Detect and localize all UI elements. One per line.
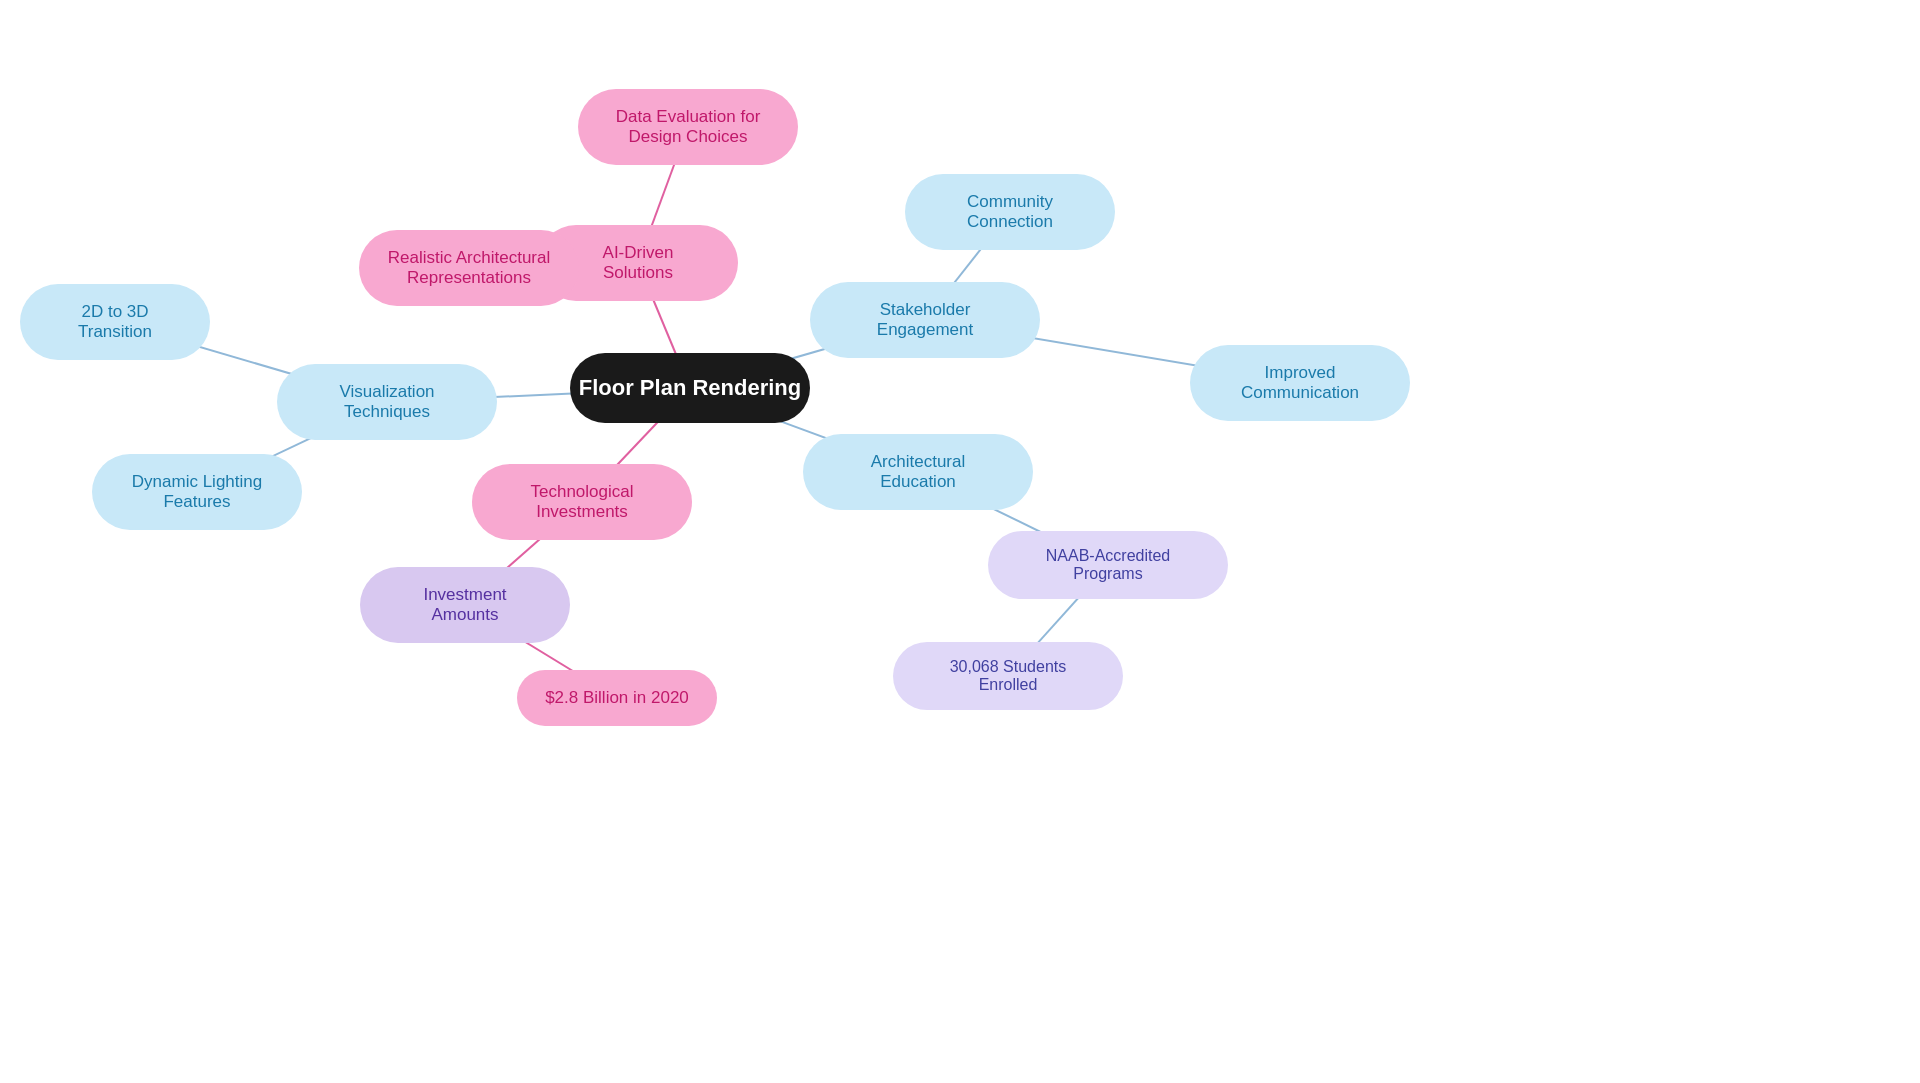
students-label: 30,068 Students Enrolled (919, 658, 1097, 694)
viz-tech-label: Visualization Techniques (305, 382, 469, 422)
improved-comm-label: Improved Communication (1218, 363, 1382, 403)
tech-invest-label: Technological Investments (500, 482, 664, 522)
stakeholder-label: Stakeholder Engagement (838, 300, 1012, 340)
dynamic-lighting-label: Dynamic Lighting Features (120, 472, 274, 512)
arch-edu-label: Architectural Education (831, 452, 1005, 492)
students-node[interactable]: 30,068 Students Enrolled (893, 642, 1123, 710)
invest-amounts-label: Investment Amounts (388, 585, 542, 625)
naab-label: NAAB-Accredited Programs (1014, 547, 1202, 583)
realistic-arch-label: Realistic Architectural Representations (387, 248, 551, 288)
community-label: Community Connection (933, 192, 1087, 232)
improved-comm-node[interactable]: Improved Communication (1190, 345, 1410, 421)
billion-node[interactable]: $2.8 Billion in 2020 (517, 670, 717, 726)
data-eval-label: Data Evaluation for Design Choices (606, 107, 770, 147)
transition-label: 2D to 3D Transition (48, 302, 182, 342)
transition-node[interactable]: 2D to 3D Transition (20, 284, 210, 360)
center-label: Floor Plan Rendering (579, 375, 801, 401)
invest-amounts-node[interactable]: Investment Amounts (360, 567, 570, 643)
center-node[interactable]: Floor Plan Rendering (570, 353, 810, 423)
stakeholder-node[interactable]: Stakeholder Engagement (810, 282, 1040, 358)
billion-label: $2.8 Billion in 2020 (545, 688, 689, 708)
realistic-arch-node[interactable]: Realistic Architectural Representations (359, 230, 579, 306)
viz-tech-node[interactable]: Visualization Techniques (277, 364, 497, 440)
ai-driven-label: AI-Driven Solutions (566, 243, 710, 283)
tech-invest-node[interactable]: Technological Investments (472, 464, 692, 540)
naab-node[interactable]: NAAB-Accredited Programs (988, 531, 1228, 599)
data-eval-node[interactable]: Data Evaluation for Design Choices (578, 89, 798, 165)
community-node[interactable]: Community Connection (905, 174, 1115, 250)
arch-edu-node[interactable]: Architectural Education (803, 434, 1033, 510)
dynamic-lighting-node[interactable]: Dynamic Lighting Features (92, 454, 302, 530)
